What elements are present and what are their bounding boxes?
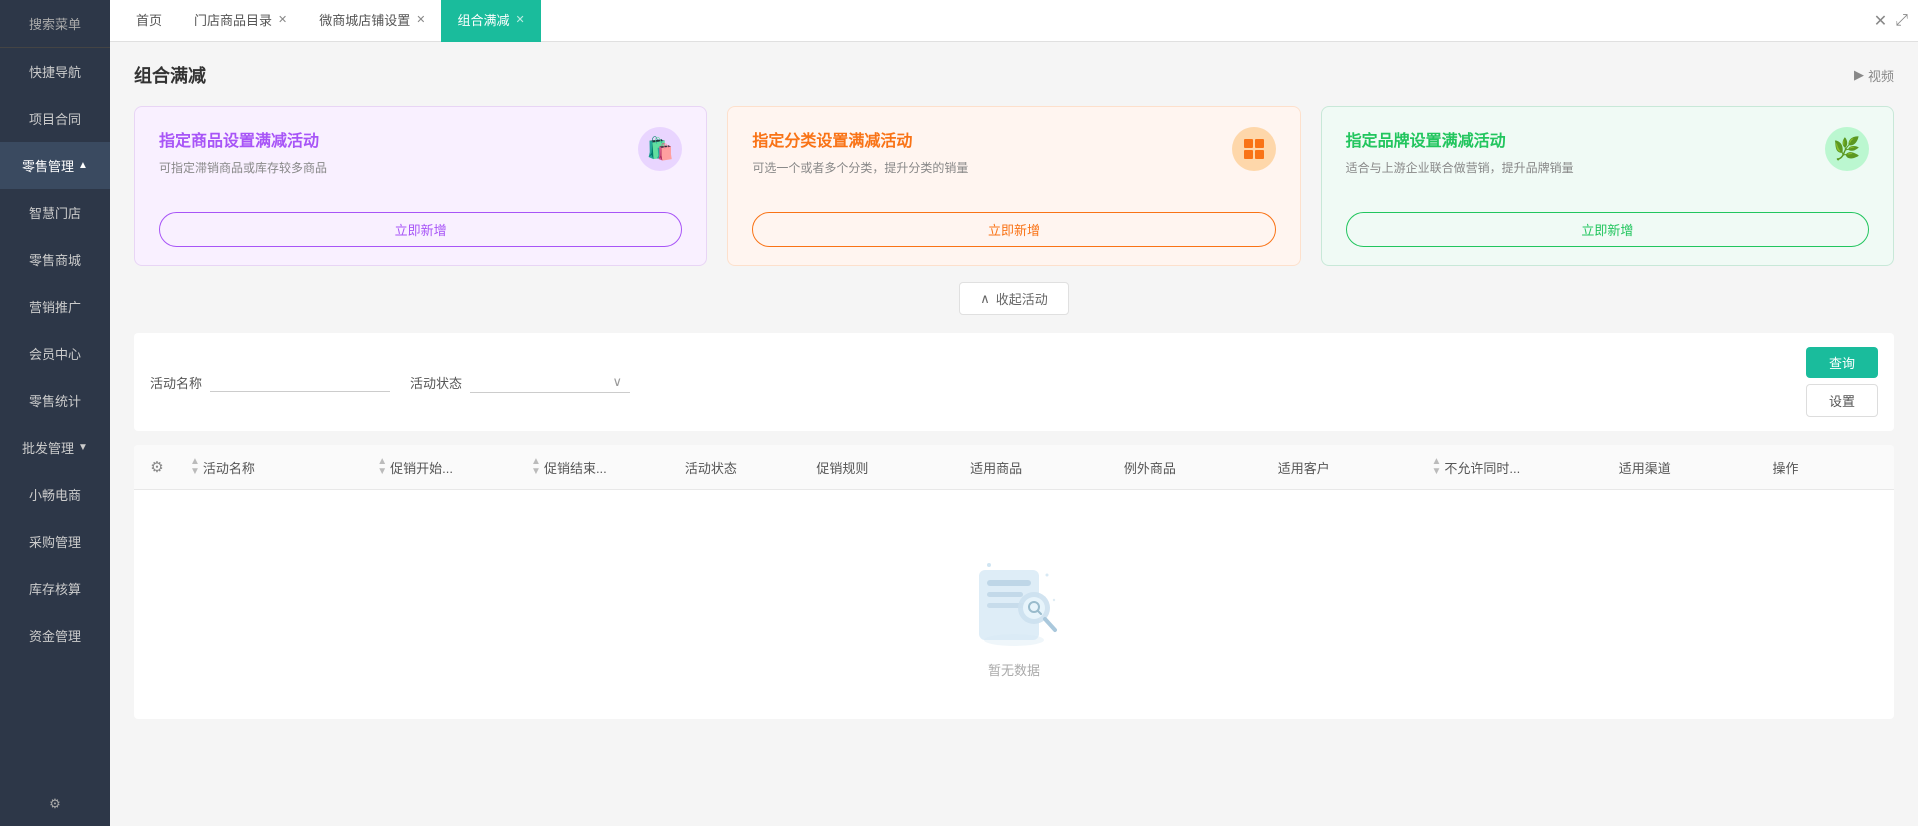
th-noallow: ▲▼ 不允许同时...: [1422, 445, 1609, 489]
sidebar-item-lingshou[interactable]: 零售管理 ▲: [0, 142, 110, 189]
empty-text: 暂无数据: [988, 660, 1040, 679]
data-table: ⚙ ▲▼ 活动名称 ▲▼ 促销开始... ▲▼ 促销结束... 活动状态 促销规…: [134, 445, 1894, 719]
search-row: 活动名称 活动状态 ∨ 查询 设置: [134, 333, 1894, 431]
content-area: 组合满减 ▶ 视频 指定商品设置满减活动 可指定滞销商品或库存较多商品 🛍️ 立…: [110, 42, 1918, 826]
search-buttons: 查询 设置: [1806, 347, 1878, 417]
video-link[interactable]: ▶ 视频: [1854, 66, 1894, 85]
brand-card-btn[interactable]: 立即新增: [1346, 212, 1869, 247]
sidebar-item-zijin[interactable]: 资金管理: [0, 612, 110, 659]
category-card-icon: [1232, 127, 1276, 171]
sort-noallow-icon[interactable]: ▲▼: [1432, 457, 1442, 477]
tab-combo[interactable]: 组合满减 ✕: [441, 0, 540, 42]
sidebar-item-pifa[interactable]: 批发管理 ▼: [0, 424, 110, 471]
sidebar: 搜索菜单 快捷导航 项目合同 零售管理 ▲ 智慧门店 零售商城 营销推广 会员中…: [0, 0, 110, 826]
activity-status-select[interactable]: ∨: [470, 372, 630, 393]
pifa-arrow-icon: ▼: [78, 442, 88, 453]
page-header: 组合满减 ▶ 视频: [134, 62, 1894, 88]
category-card-desc: 可选一个或者多个分类，提升分类的销量: [752, 159, 1275, 178]
main-area: 首页 门店商品目录 ✕ 微商城店铺设置 ✕ 组合满减 ✕ ✕ ⤢ 组合满减 ▶ …: [110, 0, 1918, 826]
sidebar-item-xiangmu[interactable]: 项目合同: [0, 95, 110, 142]
product-card-title: 指定商品设置满减活动: [159, 127, 682, 151]
product-card-desc: 可指定滞销商品或库存较多商品: [159, 159, 682, 178]
table-gear-icon[interactable]: ⚙: [150, 458, 163, 476]
empty-illustration: [959, 550, 1069, 650]
collapse-button[interactable]: ∧ 收起活动: [959, 282, 1069, 315]
sidebar-item-caigou[interactable]: 采购管理: [0, 518, 110, 565]
sidebar-search[interactable]: 搜索菜单: [0, 0, 110, 48]
sidebar-item-tongji[interactable]: 零售统计: [0, 377, 110, 424]
tab-wechat[interactable]: 微商城店铺设置 ✕: [303, 0, 441, 42]
brand-card-icon: 🌿: [1825, 127, 1869, 171]
play-icon: ▶: [1854, 67, 1864, 83]
th-rule: 促销规则: [806, 446, 960, 489]
category-card: 指定分类设置满减活动 可选一个或者多个分类，提升分类的销量 立即新增: [727, 106, 1300, 266]
empty-state: 暂无数据: [134, 490, 1894, 719]
table-header: ⚙ ▲▼ 活动名称 ▲▼ 促销开始... ▲▼ 促销结束... 活动状态 促销规…: [134, 445, 1894, 490]
sidebar-item-xiaochang[interactable]: 小畅电商: [0, 471, 110, 518]
page-title: 组合满减: [134, 62, 206, 88]
th-status: 活动状态: [675, 446, 807, 489]
cards-row: 指定商品设置满减活动 可指定滞销商品或库存较多商品 🛍️ 立即新增 指定分类设置…: [134, 106, 1894, 266]
chevron-down-icon: ∨: [613, 374, 623, 390]
sidebar-item-huizhi[interactable]: 智慧门店: [0, 189, 110, 236]
tab-product-close[interactable]: ✕: [278, 13, 287, 26]
brand-card-title: 指定品牌设置满减活动: [1346, 127, 1869, 151]
category-card-btn[interactable]: 立即新增: [752, 212, 1275, 247]
brand-card-desc: 适合与上游企业联合做营销，提升品牌销量: [1346, 159, 1869, 178]
activity-status-label: 活动状态: [410, 373, 462, 392]
sidebar-item-yingxiao[interactable]: 营销推广: [0, 283, 110, 330]
activity-name-label: 活动名称: [150, 373, 202, 392]
sort-start-icon[interactable]: ▲▼: [377, 457, 387, 477]
query-button[interactable]: 查询: [1806, 347, 1878, 378]
activity-name-field: 活动名称: [150, 372, 390, 392]
th-channel: 适用渠道: [1609, 446, 1763, 489]
sidebar-item-lingshang[interactable]: 零售商城: [0, 236, 110, 283]
sidebar-settings[interactable]: ⚙: [0, 782, 110, 826]
lingshou-arrow-icon: ▲: [78, 160, 88, 171]
th-exception: 例外商品: [1114, 446, 1268, 489]
activity-name-input[interactable]: [210, 372, 390, 392]
category-card-title: 指定分类设置满减活动: [752, 127, 1275, 151]
tab-wechat-close[interactable]: ✕: [416, 13, 425, 26]
tab-home[interactable]: 首页: [120, 0, 178, 42]
sort-name-icon[interactable]: ▲▼: [190, 457, 200, 477]
expand-window-icon[interactable]: ⤢: [1895, 12, 1908, 30]
sidebar-item-huiyuan[interactable]: 会员中心: [0, 330, 110, 377]
sidebar-item-kuaijie[interactable]: 快捷导航: [0, 48, 110, 95]
activity-status-field: 活动状态 ∨: [410, 372, 630, 393]
setting-button[interactable]: 设置: [1806, 384, 1878, 417]
tab-combo-close[interactable]: ✕: [516, 13, 525, 26]
th-start: ▲▼ 促销开始...: [367, 445, 521, 489]
product-card: 指定商品设置满减活动 可指定滞销商品或库存较多商品 🛍️ 立即新增: [134, 106, 707, 266]
sidebar-item-kucun[interactable]: 库存核算: [0, 565, 110, 612]
tabbar-controls: ✕ ⤢: [1874, 11, 1908, 31]
brand-card: 指定品牌设置满减活动 适合与上游企业联合做营销，提升品牌销量 🌿 立即新增: [1321, 106, 1894, 266]
th-action: 操作: [1763, 446, 1894, 489]
product-card-icon: 🛍️: [638, 127, 682, 171]
gear-icon: ⚙: [49, 796, 61, 811]
th-end: ▲▼ 促销结束...: [521, 445, 675, 489]
close-window-icon[interactable]: ✕: [1874, 11, 1887, 31]
th-name: ▲▼ 活动名称: [180, 445, 367, 489]
product-card-btn[interactable]: 立即新增: [159, 212, 682, 247]
collapse-bar: ∧ 收起活动: [134, 282, 1894, 315]
sort-end-icon[interactable]: ▲▼: [531, 457, 541, 477]
th-gear[interactable]: ⚙: [134, 446, 180, 488]
tab-product[interactable]: 门店商品目录 ✕: [178, 0, 303, 42]
tabbar: 首页 门店商品目录 ✕ 微商城店铺设置 ✕ 组合满减 ✕ ✕ ⤢: [110, 0, 1918, 42]
chevron-up-icon: ∧: [980, 291, 990, 307]
th-goods: 适用商品: [960, 446, 1114, 489]
th-customer: 适用客户: [1268, 446, 1422, 489]
